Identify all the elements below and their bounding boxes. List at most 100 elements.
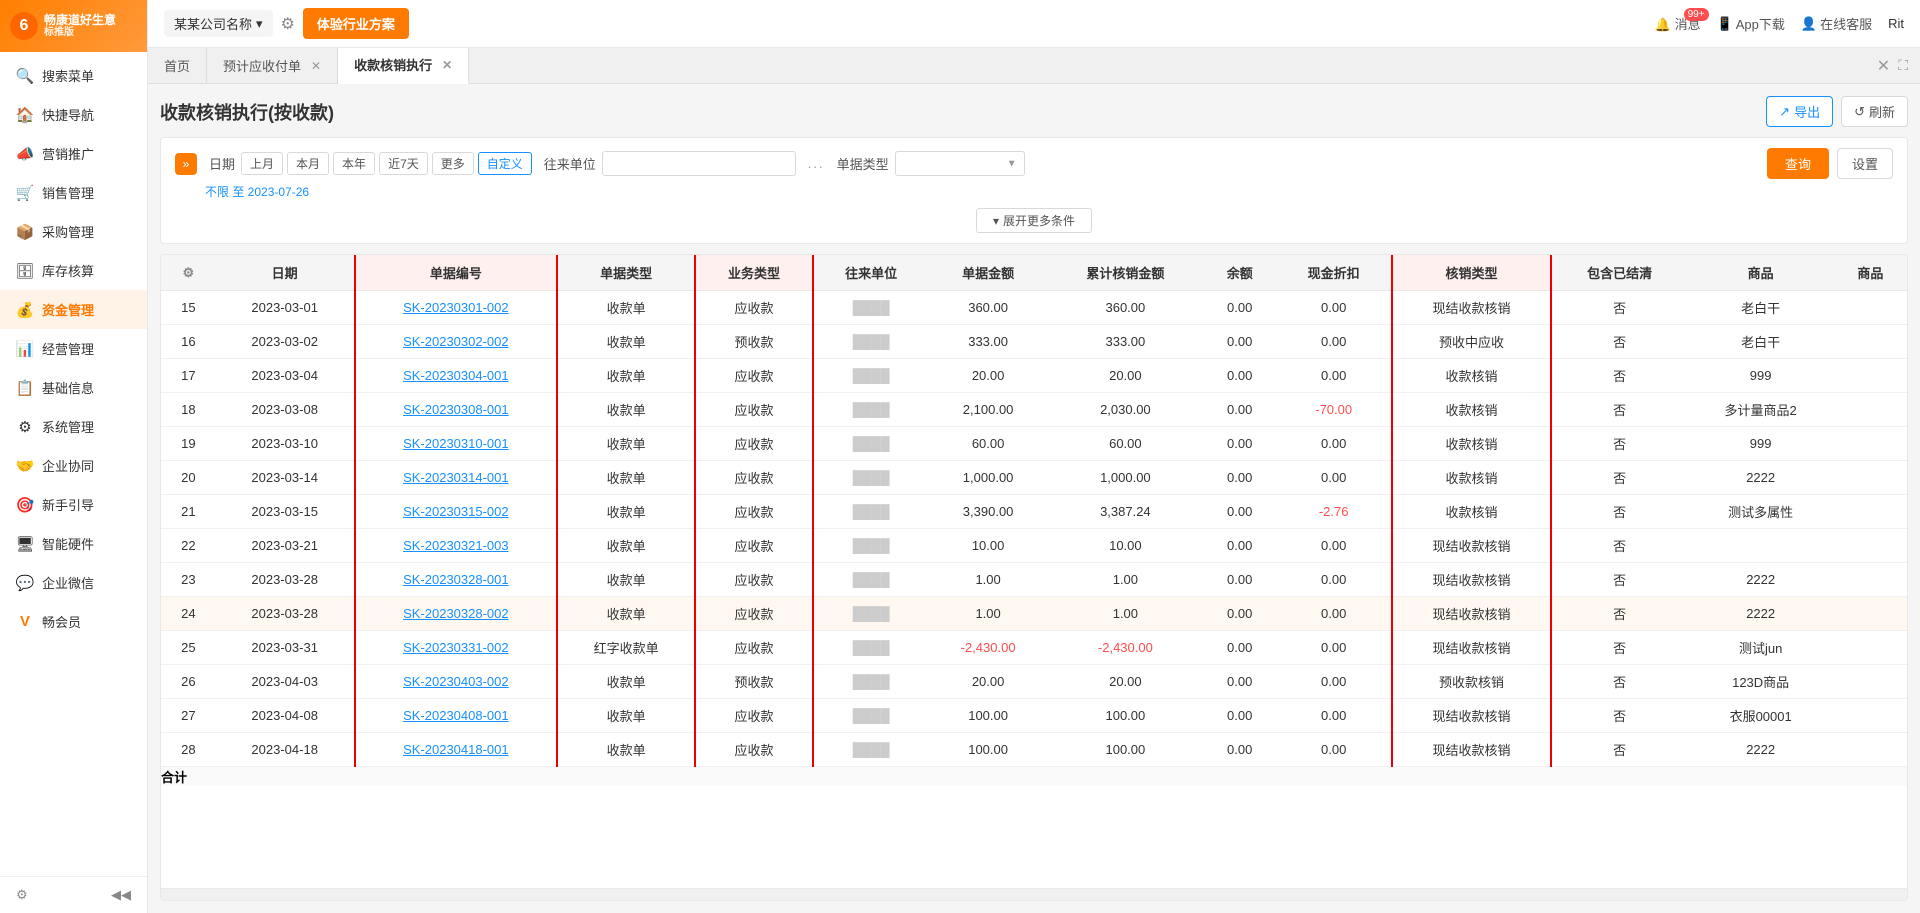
sidebar-item-enterprise[interactable]: 🤝 企业协同 <box>0 446 147 485</box>
cell-cumamount: 333.00 <box>1048 325 1204 359</box>
cell-doctype: 收款单 <box>557 427 695 461</box>
doc-no-link[interactable]: SK-20230331-002 <box>403 640 509 655</box>
doc-no-link[interactable]: SK-20230328-002 <box>403 606 509 621</box>
sidebar-label-marketing: 营销推广 <box>42 144 94 163</box>
doc-no-link[interactable]: SK-20230328-001 <box>403 572 509 587</box>
message-badge: 99+ <box>1684 8 1709 21</box>
tab-current-close[interactable]: ✕ <box>442 58 452 72</box>
doc-no-link[interactable]: SK-20230321-003 <box>403 538 509 553</box>
online-service-link[interactable]: 👤 在线客服 <box>1801 14 1872 33</box>
collapse-icon[interactable]: ◀◀ <box>111 887 131 903</box>
partner-input[interactable] <box>602 151 796 176</box>
cell-partner: ████ <box>813 563 929 597</box>
horizontal-scrollbar[interactable] <box>161 888 1907 900</box>
doc-no-link[interactable]: SK-20230308-001 <box>403 402 509 417</box>
sidebar-item-sales[interactable]: 🛒 销售管理 <box>0 173 147 212</box>
export-button[interactable]: ↗ 导出 <box>1766 96 1833 127</box>
enterprise-icon: 🤝 <box>16 457 34 475</box>
doc-no-link[interactable]: SK-20230403-002 <box>403 674 509 689</box>
table-container[interactable]: ⚙ 日期 单据编号 单据类型 业务类型 往来单位 单据金额 累计核销金额 余额 … <box>161 255 1907 888</box>
tab-current[interactable]: 收款核销执行 ✕ <box>338 48 469 84</box>
tab-home[interactable]: 首页 <box>148 48 207 84</box>
user-name[interactable]: Rit <box>1888 16 1904 31</box>
exp-button[interactable]: 体验行业方案 <box>303 8 409 39</box>
message-button[interactable]: 🔔 消息 99+ <box>1655 14 1701 33</box>
sidebar-item-marketing[interactable]: 📣 营销推广 <box>0 134 147 173</box>
cell-balance: 0.00 <box>1203 291 1276 325</box>
refresh-button[interactable]: ↺ 刷新 <box>1841 96 1908 127</box>
col-amount: 单据金额 <box>929 255 1048 291</box>
sidebar-item-operation[interactable]: 📊 经营管理 <box>0 329 147 368</box>
date-btn-7days[interactable]: 近7天 <box>379 152 428 175</box>
doc-no-link[interactable]: SK-20230418-001 <box>403 742 509 757</box>
chevron-down-icon: ▾ <box>993 214 999 228</box>
date-btn-custom[interactable]: 自定义 <box>478 152 532 175</box>
col-date: 日期 <box>216 255 355 291</box>
doc-no-link[interactable]: SK-20230310-001 <box>403 436 509 451</box>
tab-prepay-close[interactable]: ✕ <box>311 59 321 73</box>
maximize-icon[interactable]: ⛶ <box>1898 57 1908 74</box>
date-btn-more[interactable]: 更多 <box>432 152 474 175</box>
cell-balance: 0.00 <box>1203 325 1276 359</box>
date-btn-this-year[interactable]: 本年 <box>333 152 375 175</box>
cell-hxtype: 预收中应收 <box>1392 325 1551 359</box>
doc-no-link[interactable]: SK-20230315-002 <box>403 504 509 519</box>
service-label: 在线客服 <box>1820 14 1872 33</box>
sidebar-item-search[interactable]: 🔍 搜索菜单 <box>0 56 147 95</box>
cell-product1: 老白干 <box>1687 325 1833 359</box>
doctype-select[interactable] <box>895 151 1025 176</box>
message-icon: 🔔 <box>1655 17 1671 32</box>
app-download-link[interactable]: 📱 App下载 <box>1717 14 1785 33</box>
settings-bottom-icon[interactable]: ⚙ <box>16 887 28 903</box>
sidebar-item-member[interactable]: V 畅会员 <box>0 602 147 641</box>
table-row: 20 2023-03-14 SK-20230314-001 收款单 应收款 ██… <box>161 461 1907 495</box>
export-label: 导出 <box>1794 102 1820 121</box>
page-title: 收款核销执行(按收款) <box>160 99 334 125</box>
filter-collapse-button[interactable]: » <box>175 153 197 175</box>
cell-cumamount: 1.00 <box>1048 563 1204 597</box>
sidebar-item-basic[interactable]: 📋 基础信息 <box>0 368 147 407</box>
company-selector[interactable]: 某某公司名称 ▾ <box>164 10 273 37</box>
cell-balance: 0.00 <box>1203 393 1276 427</box>
cell-product1: 2222 <box>1687 461 1833 495</box>
query-button[interactable]: 查询 <box>1767 148 1829 179</box>
close-all-icon[interactable]: ✕ <box>1877 56 1890 76</box>
cell-date: 2023-03-01 <box>216 291 355 325</box>
sidebar-item-purchase[interactable]: 📦 采购管理 <box>0 212 147 251</box>
cell-hxtype: 收款核销 <box>1392 461 1551 495</box>
cell-cumamount: 3,387.24 <box>1048 495 1204 529</box>
settings-icon[interactable]: ⚙ <box>281 14 295 34</box>
sidebar-item-wechat[interactable]: 💬 企业微信 <box>0 563 147 602</box>
cell-included: 否 <box>1551 529 1688 563</box>
doc-no-link[interactable]: SK-20230301-002 <box>403 300 509 315</box>
column-settings-icon[interactable]: ⚙ <box>183 265 195 280</box>
setting-button[interactable]: 设置 <box>1837 148 1893 179</box>
cell-cumamount: 100.00 <box>1048 699 1204 733</box>
cell-biztype: 应收款 <box>695 291 813 325</box>
sidebar-item-inventory[interactable]: 🗄 库存核算 <box>0 251 147 290</box>
cell-doctype: 收款单 <box>557 495 695 529</box>
date-btn-this-month[interactable]: 本月 <box>287 152 329 175</box>
sidebar-item-finance[interactable]: 💰 资金管理 <box>0 290 147 329</box>
col-discount: 现金折扣 <box>1276 255 1392 291</box>
doc-no-link[interactable]: SK-20230304-001 <box>403 368 509 383</box>
expand-button[interactable]: ▾ 展开更多条件 <box>976 208 1092 233</box>
date-btn-last-month[interactable]: 上月 <box>241 152 283 175</box>
app-name: 畅康道好生意 <box>44 13 116 27</box>
cell-date: 2023-03-28 <box>216 597 355 631</box>
cell-doctype: 收款单 <box>557 359 695 393</box>
operation-icon: 📊 <box>16 340 34 358</box>
tab-prepay[interactable]: 预计应收付单 ✕ <box>207 48 338 84</box>
doc-no-link[interactable]: SK-20230314-001 <box>403 470 509 485</box>
sidebar-item-system[interactable]: ⚙ 系统管理 <box>0 407 147 446</box>
doc-no-link[interactable]: SK-20230302-002 <box>403 334 509 349</box>
cell-biztype: 应收款 <box>695 733 813 767</box>
cell-included: 否 <box>1551 325 1688 359</box>
partner-label: 往来单位 <box>544 154 596 173</box>
date-buttons: 上月 本月 本年 近7天 更多 自定义 <box>241 152 532 175</box>
sidebar-item-nav[interactable]: 🏠 快捷导航 <box>0 95 147 134</box>
doc-no-link[interactable]: SK-20230408-001 <box>403 708 509 723</box>
sidebar-item-hardware[interactable]: 🖥 智能硬件 <box>0 524 147 563</box>
sidebar-item-guide[interactable]: 🎯 新手引导 <box>0 485 147 524</box>
company-name: 某某公司名称 <box>174 14 252 33</box>
